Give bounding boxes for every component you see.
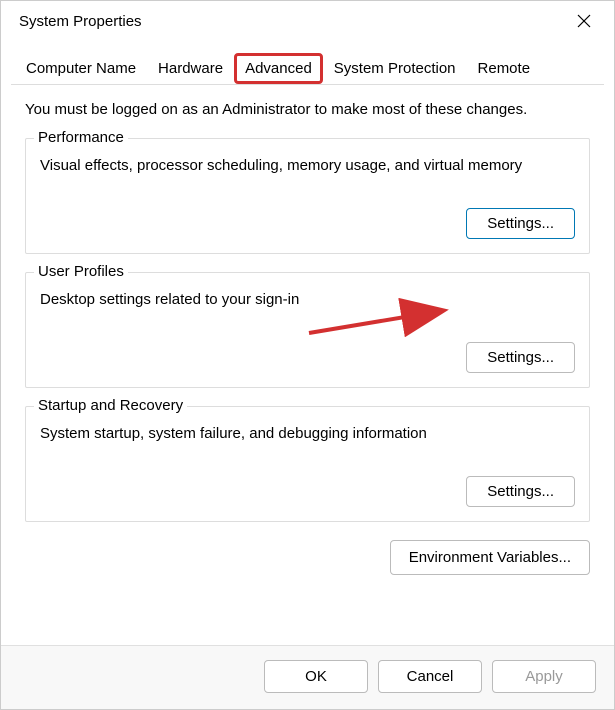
- ok-button[interactable]: OK: [264, 660, 368, 693]
- startup-recovery-desc: System startup, system failure, and debu…: [40, 425, 575, 442]
- tab-hardware[interactable]: Hardware: [147, 53, 234, 84]
- user-profiles-group: User Profiles Desktop settings related t…: [25, 272, 590, 388]
- tab-computer-name[interactable]: Computer Name: [15, 53, 147, 84]
- dialog-footer: OK Cancel Apply: [1, 645, 614, 709]
- system-properties-dialog: System Properties Computer Name Hardware…: [0, 0, 615, 710]
- cancel-button[interactable]: Cancel: [378, 660, 482, 693]
- tab-system-protection[interactable]: System Protection: [323, 53, 467, 84]
- performance-desc: Visual effects, processor scheduling, me…: [40, 157, 575, 174]
- env-variables-row: Environment Variables...: [25, 540, 590, 575]
- performance-group: Performance Visual effects, processor sc…: [25, 138, 590, 254]
- titlebar: System Properties: [1, 1, 614, 41]
- tab-advanced[interactable]: Advanced: [234, 53, 323, 84]
- close-button[interactable]: [570, 7, 598, 35]
- startup-recovery-group: Startup and Recovery System startup, sys…: [25, 406, 590, 522]
- startup-recovery-title: Startup and Recovery: [34, 397, 187, 414]
- content-area: You must be logged on as an Administrato…: [1, 85, 614, 645]
- performance-btn-row: Settings...: [40, 208, 575, 239]
- dialog-title: System Properties: [19, 13, 142, 30]
- tab-remote[interactable]: Remote: [467, 53, 542, 84]
- tabs-container: Computer Name Hardware Advanced System P…: [1, 41, 614, 85]
- performance-title: Performance: [34, 129, 128, 146]
- user-profiles-btn-row: Settings...: [40, 342, 575, 373]
- user-profiles-desc: Desktop settings related to your sign-in: [40, 291, 575, 308]
- tabs: Computer Name Hardware Advanced System P…: [11, 41, 604, 85]
- intro-text: You must be logged on as an Administrato…: [25, 101, 590, 118]
- close-icon: [577, 14, 591, 28]
- performance-settings-button[interactable]: Settings...: [466, 208, 575, 239]
- user-profiles-settings-button[interactable]: Settings...: [466, 342, 575, 373]
- environment-variables-button[interactable]: Environment Variables...: [390, 540, 590, 575]
- startup-recovery-settings-button[interactable]: Settings...: [466, 476, 575, 507]
- apply-button[interactable]: Apply: [492, 660, 596, 693]
- startup-recovery-btn-row: Settings...: [40, 476, 575, 507]
- user-profiles-title: User Profiles: [34, 263, 128, 280]
